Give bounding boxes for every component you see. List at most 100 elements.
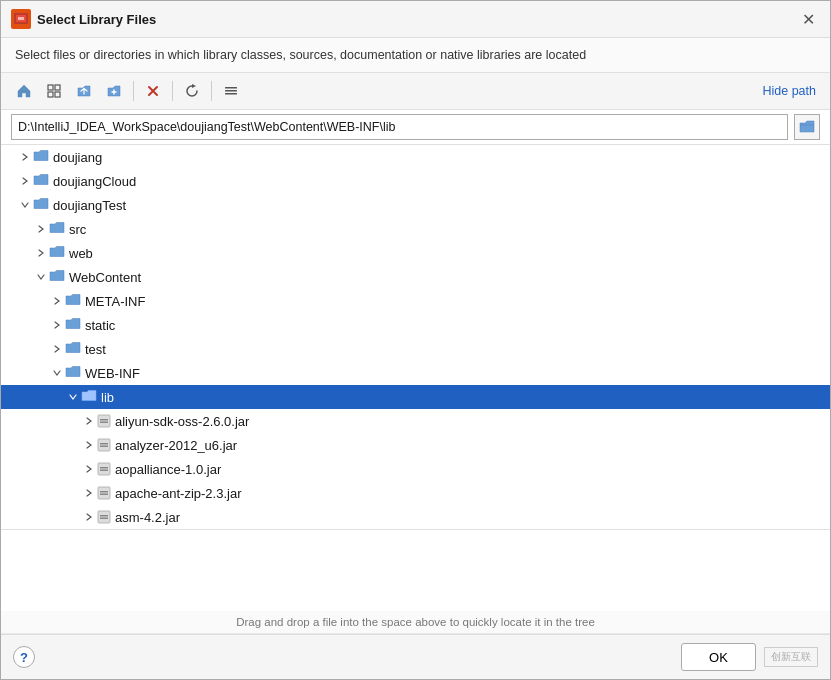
expand-button[interactable] (49, 293, 65, 309)
open-folder-button[interactable] (794, 114, 820, 140)
svg-rect-10 (98, 415, 110, 427)
app-icon (11, 9, 31, 29)
jar-icon (97, 438, 111, 452)
tree-item[interactable]: aliyun-sdk-oss-2.6.0.jar (1, 409, 830, 433)
expand-button[interactable] (33, 221, 49, 237)
tree-item[interactable]: test (1, 337, 830, 361)
svg-rect-8 (225, 90, 237, 92)
svg-rect-18 (100, 470, 108, 472)
expand-button[interactable] (49, 317, 65, 333)
title-bar-left: Select Library Files (11, 9, 156, 29)
tree-item[interactable]: asm-4.2.jar (1, 505, 830, 529)
tree-item-label: lib (101, 390, 114, 405)
path-input[interactable] (11, 114, 788, 140)
svg-rect-20 (100, 491, 108, 493)
list-view-button[interactable] (218, 78, 244, 104)
tree-item-label: aopalliance-1.0.jar (115, 462, 221, 477)
svg-rect-12 (100, 422, 108, 424)
expand-button[interactable] (49, 365, 65, 381)
tree-item[interactable]: WebContent (1, 265, 830, 289)
tree-item[interactable]: src (1, 217, 830, 241)
bottom-bar: ? OK 创新互联 (1, 634, 830, 679)
svg-rect-17 (100, 467, 108, 469)
svg-rect-23 (100, 515, 108, 517)
tree-item-label: test (85, 342, 106, 357)
refresh-button[interactable] (179, 78, 205, 104)
file-tree[interactable]: doujiang doujiangCloud doujiangTestsrc web W… (1, 145, 830, 530)
tree-item[interactable]: apache-ant-zip-2.3.jar (1, 481, 830, 505)
svg-rect-21 (100, 494, 108, 496)
svg-rect-7 (225, 87, 237, 89)
svg-rect-15 (100, 446, 108, 448)
close-button[interactable]: ✕ (796, 7, 820, 31)
toolbar-separator-3 (211, 81, 212, 101)
folder-icon (65, 341, 81, 357)
svg-rect-4 (55, 85, 60, 90)
folder-up-button[interactable] (71, 78, 97, 104)
tree-item[interactable]: META-INF (1, 289, 830, 313)
expand-button[interactable] (17, 173, 33, 189)
tree-item-label: analyzer-2012_u6.jar (115, 438, 237, 453)
ok-button[interactable]: OK (681, 643, 756, 671)
expand-button[interactable] (17, 197, 33, 213)
folder-icon (33, 197, 49, 213)
home-button[interactable] (11, 78, 37, 104)
tree-item[interactable]: doujiangCloud (1, 169, 830, 193)
jar-icon (97, 462, 111, 476)
tree-item-label: WEB-INF (85, 366, 140, 381)
svg-rect-24 (100, 518, 108, 520)
jar-icon (97, 486, 111, 500)
expand-button[interactable] (81, 509, 97, 525)
folder-icon (33, 173, 49, 189)
tree-item[interactable]: web (1, 241, 830, 265)
description-text: Select files or directories in which lib… (1, 38, 830, 73)
svg-rect-5 (48, 92, 53, 97)
drag-hint: Drag and drop a file into the space abov… (1, 611, 830, 634)
tree-item[interactable]: WEB-INF (1, 361, 830, 385)
toolbar-separator-2 (172, 81, 173, 101)
tree-item-label: doujiangCloud (53, 174, 136, 189)
expand-button[interactable] (49, 341, 65, 357)
select-library-files-dialog: Select Library Files ✕ Select files or d… (0, 0, 831, 680)
svg-rect-22 (98, 511, 110, 523)
jar-icon (97, 510, 111, 524)
tree-wrapper: doujiang doujiangCloud doujiangTestsrc web W… (1, 145, 830, 611)
toolbar: Hide path (1, 73, 830, 110)
bottom-right-buttons: OK 创新互联 (681, 643, 818, 671)
title-bar: Select Library Files ✕ (1, 1, 830, 38)
toolbar-separator-1 (133, 81, 134, 101)
expand-button[interactable] (65, 389, 81, 405)
path-bar (1, 110, 830, 145)
tree-item[interactable]: lib (1, 385, 830, 409)
view-toggle-button[interactable] (41, 78, 67, 104)
tree-item-label: doujiang (53, 150, 102, 165)
help-button[interactable]: ? (13, 646, 35, 668)
expand-button[interactable] (17, 149, 33, 165)
folder-icon (33, 149, 49, 165)
tree-item-label: aliyun-sdk-oss-2.6.0.jar (115, 414, 249, 429)
expand-button[interactable] (81, 461, 97, 477)
expand-button[interactable] (81, 413, 97, 429)
tree-item-label: web (69, 246, 93, 261)
tree-item[interactable]: static (1, 313, 830, 337)
svg-rect-13 (98, 439, 110, 451)
tree-item-label: apache-ant-zip-2.3.jar (115, 486, 241, 501)
new-folder-button[interactable] (101, 78, 127, 104)
tree-item-label: WebContent (69, 270, 141, 285)
tree-item[interactable]: aopalliance-1.0.jar (1, 457, 830, 481)
tree-item[interactable]: analyzer-2012_u6.jar (1, 433, 830, 457)
folder-icon (81, 389, 97, 405)
expand-button[interactable] (81, 485, 97, 501)
hide-path-button[interactable]: Hide path (758, 82, 820, 100)
dialog-title: Select Library Files (37, 12, 156, 27)
svg-rect-9 (225, 93, 237, 95)
folder-icon (49, 245, 65, 261)
tree-item[interactable]: doujiang (1, 145, 830, 169)
tree-item[interactable]: doujiangTest (1, 193, 830, 217)
delete-button[interactable] (140, 78, 166, 104)
expand-button[interactable] (33, 269, 49, 285)
expand-button[interactable] (33, 245, 49, 261)
folder-icon (49, 269, 65, 285)
expand-button[interactable] (81, 437, 97, 453)
folder-icon (65, 317, 81, 333)
